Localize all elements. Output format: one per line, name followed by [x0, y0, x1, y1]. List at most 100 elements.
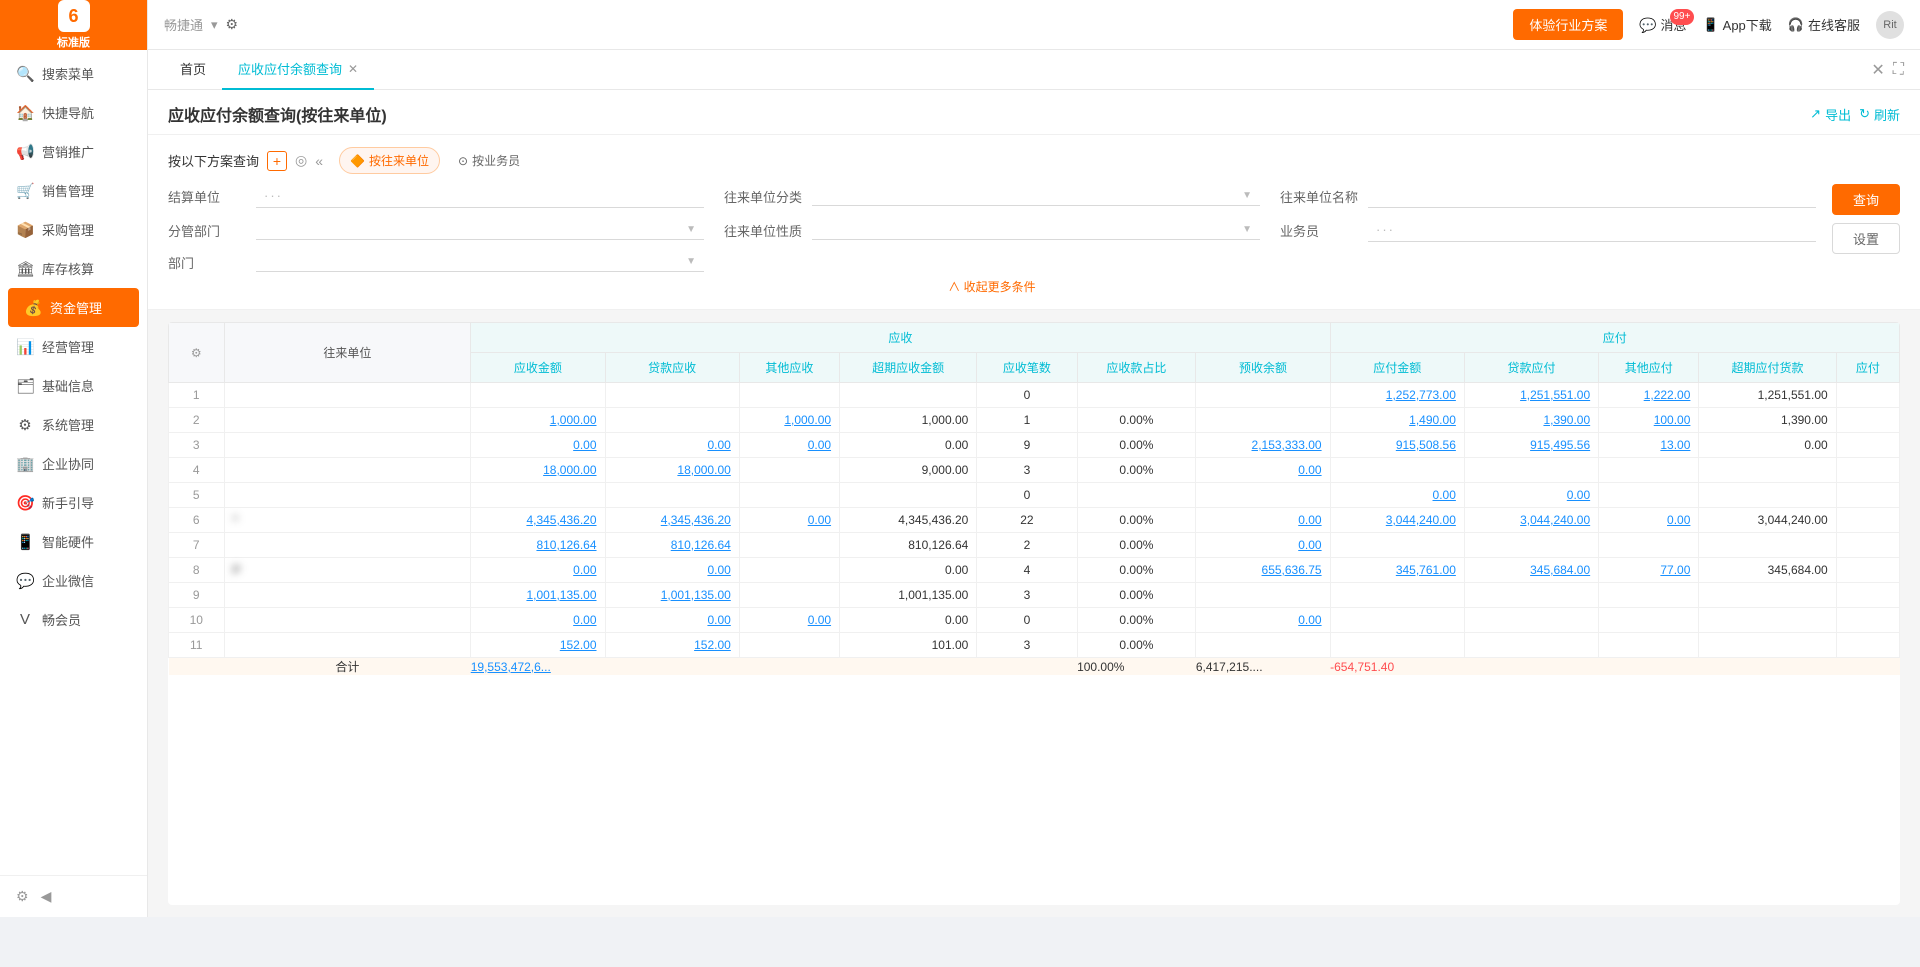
filter-collapse-btn[interactable]: « [315, 153, 323, 169]
table-cell: 0.00 [1699, 433, 1836, 458]
sidebar-item-corp[interactable]: 🏢企业协同 [0, 444, 147, 483]
filter-option-salesperson[interactable]: ⊙ 按业务员 [448, 148, 530, 173]
table-cell[interactable]: 1,000.00 [739, 408, 839, 433]
app-download[interactable]: 📱 App下载 [1702, 15, 1771, 34]
table-cell[interactable]: 1,490.00 [1330, 408, 1464, 433]
table-cell[interactable]: 2,153,333.00 [1196, 433, 1330, 458]
table-cell[interactable]: 77.00 [1599, 558, 1699, 583]
sidebar-label-operation: 经营管理 [42, 337, 94, 356]
refresh-btn[interactable]: ↻ 刷新 [1859, 105, 1900, 124]
sidebar-item-guide[interactable]: 🎯新手引导 [0, 483, 147, 522]
sidebar-item-device[interactable]: 📱智能硬件 [0, 522, 147, 561]
sidebar-item-basic[interactable]: 🗂基础信息 [0, 366, 147, 405]
table-cell[interactable]: 0.00 [1464, 483, 1598, 508]
table-cell[interactable]: 3,044,240.00 [1464, 508, 1598, 533]
table-cell[interactable]: 1,251,551.00 [1464, 383, 1598, 408]
table-settings-icon[interactable]: ⚙ [191, 346, 202, 360]
marketing-icon: 📢 [16, 143, 34, 161]
filter-partner-nature-input[interactable]: ▼ [812, 220, 1260, 240]
table-cell[interactable]: 152.00 [471, 633, 605, 658]
tab-close-btn[interactable]: ✕ [348, 62, 358, 76]
table-cell[interactable]: 345,684.00 [1464, 558, 1598, 583]
app-download-label: App下载 [1723, 15, 1772, 34]
user-avatar[interactable]: Rit [1876, 11, 1904, 39]
filter-jiesuan-input[interactable]: ··· [256, 184, 704, 208]
table-cell[interactable]: 0.00 [471, 433, 605, 458]
sidebar-item-marketing[interactable]: 📢营销推广 [0, 132, 147, 171]
table-cell[interactable]: 0.00 [471, 608, 605, 633]
filter-partner-name: 往来单位名称 [1280, 184, 1816, 208]
table-cell[interactable]: 1,252,773.00 [1330, 383, 1464, 408]
table-cell[interactable]: 0.00 [605, 558, 739, 583]
sidebar-item-finance[interactable]: 💰资金管理 [8, 288, 139, 327]
total-cell-8: 6,417,215.... [1196, 658, 1330, 676]
table-cell[interactable]: 810,126.64 [471, 533, 605, 558]
sidebar-item-inventory[interactable]: 🏛库存核算 [0, 249, 147, 288]
tab-receivable-query[interactable]: 应收应付余额查询 ✕ [222, 50, 374, 90]
filter-salesperson-input[interactable]: ··· [1368, 218, 1816, 242]
sidebar-item-wechat[interactable]: 💬企业微信 [0, 561, 147, 600]
sidebar-item-search[interactable]: 🔍搜索菜单 [0, 54, 147, 93]
filter-setting-btn[interactable]: ◎ [295, 152, 307, 169]
sidebar-item-system[interactable]: ⚙系统管理 [0, 405, 147, 444]
table-cell[interactable]: 100.00 [1599, 408, 1699, 433]
sidebar-item-operation[interactable]: 📊经营管理 [0, 327, 147, 366]
table-cell[interactable]: 0.00 [605, 433, 739, 458]
trial-btn[interactable]: 体验行业方案 [1513, 9, 1623, 40]
table-cell[interactable]: 0.00 [739, 433, 839, 458]
fullscreen-icon[interactable]: ⛶ [1893, 61, 1904, 79]
table-cell[interactable]: 0.00 [1196, 533, 1330, 558]
table-cell[interactable]: 810,126.64 [605, 533, 739, 558]
table-cell[interactable]: 1,390.00 [1464, 408, 1598, 433]
sidebar-item-sales[interactable]: 🛒销售管理 [0, 171, 147, 210]
table-cell[interactable]: 0.00 [1196, 608, 1330, 633]
table-cell[interactable]: 1,001,135.00 [471, 583, 605, 608]
tab-home[interactable]: 首页 [164, 50, 222, 90]
table-cell[interactable]: 18,000.00 [471, 458, 605, 483]
table-cell[interactable]: 0.00 [739, 508, 839, 533]
export-btn[interactable]: ↗ 导出 [1810, 105, 1851, 124]
table-cell [1836, 508, 1899, 533]
table-cell[interactable]: 0.00 [1599, 508, 1699, 533]
table-cell[interactable]: 1,222.00 [1599, 383, 1699, 408]
table-cell[interactable]: 0.00 [471, 558, 605, 583]
table-cell[interactable]: 4,345,436.20 [471, 508, 605, 533]
table-cell[interactable]: 13.00 [1599, 433, 1699, 458]
table-cell[interactable]: 345,761.00 [1330, 558, 1464, 583]
table-cell[interactable]: 152.00 [605, 633, 739, 658]
table-cell[interactable]: 0.00 [1330, 483, 1464, 508]
collapse-more-conditions[interactable]: ∧ 收起更多条件 [168, 272, 1816, 297]
table-cell[interactable]: 915,495.56 [1464, 433, 1598, 458]
filter-dept-input[interactable]: ▼ [256, 252, 704, 272]
setting-button[interactable]: 设置 [1832, 223, 1900, 254]
table-cell[interactable]: 1,001,135.00 [605, 583, 739, 608]
total-cell-7: 100.00% [1077, 658, 1196, 676]
table-cell [1464, 633, 1598, 658]
table-cell: 0 [977, 608, 1077, 633]
table-cell[interactable]: 4,345,436.20 [605, 508, 739, 533]
filter-partner-category-input[interactable]: ▼ [812, 186, 1260, 206]
filter-partner-name-input[interactable] [1368, 184, 1816, 208]
table-cell[interactable]: 655,636.75 [1196, 558, 1330, 583]
filter-add-btn[interactable]: + [267, 151, 287, 171]
sidebar-item-purchase[interactable]: 📦采购管理 [0, 210, 147, 249]
table-cell[interactable]: 915,508.56 [1330, 433, 1464, 458]
sidebar-item-nav[interactable]: 🏠快捷导航 [0, 93, 147, 132]
table-cell[interactable]: 0.00 [739, 608, 839, 633]
query-button[interactable]: 查询 [1832, 184, 1900, 215]
table-cell[interactable]: 18,000.00 [605, 458, 739, 483]
table-cell[interactable]: 0.00 [1196, 458, 1330, 483]
messages-badge[interactable]: 💬 消息 99+ [1639, 15, 1686, 34]
table-cell[interactable]: 3,044,240.00 [1330, 508, 1464, 533]
settings-icon[interactable]: ⚙ [16, 888, 29, 905]
table-cell[interactable]: 0.00 [1196, 508, 1330, 533]
table-cell[interactable]: 0.00 [605, 608, 739, 633]
close-window-icon[interactable]: ✕ [1871, 60, 1884, 80]
filter-option-partner[interactable]: 🔶 按往来单位 [339, 147, 440, 174]
sidebar-item-member[interactable]: V畅会员 [0, 600, 147, 639]
table-cell[interactable]: 1,000.00 [471, 408, 605, 433]
online-service[interactable]: 🎧 在线客服 [1788, 15, 1860, 34]
filter-fenguan-input[interactable]: ▼ [256, 220, 704, 240]
collapse-sidebar-icon[interactable]: ◀ [41, 888, 52, 905]
settings-gear-icon[interactable]: ⚙ [226, 16, 239, 33]
